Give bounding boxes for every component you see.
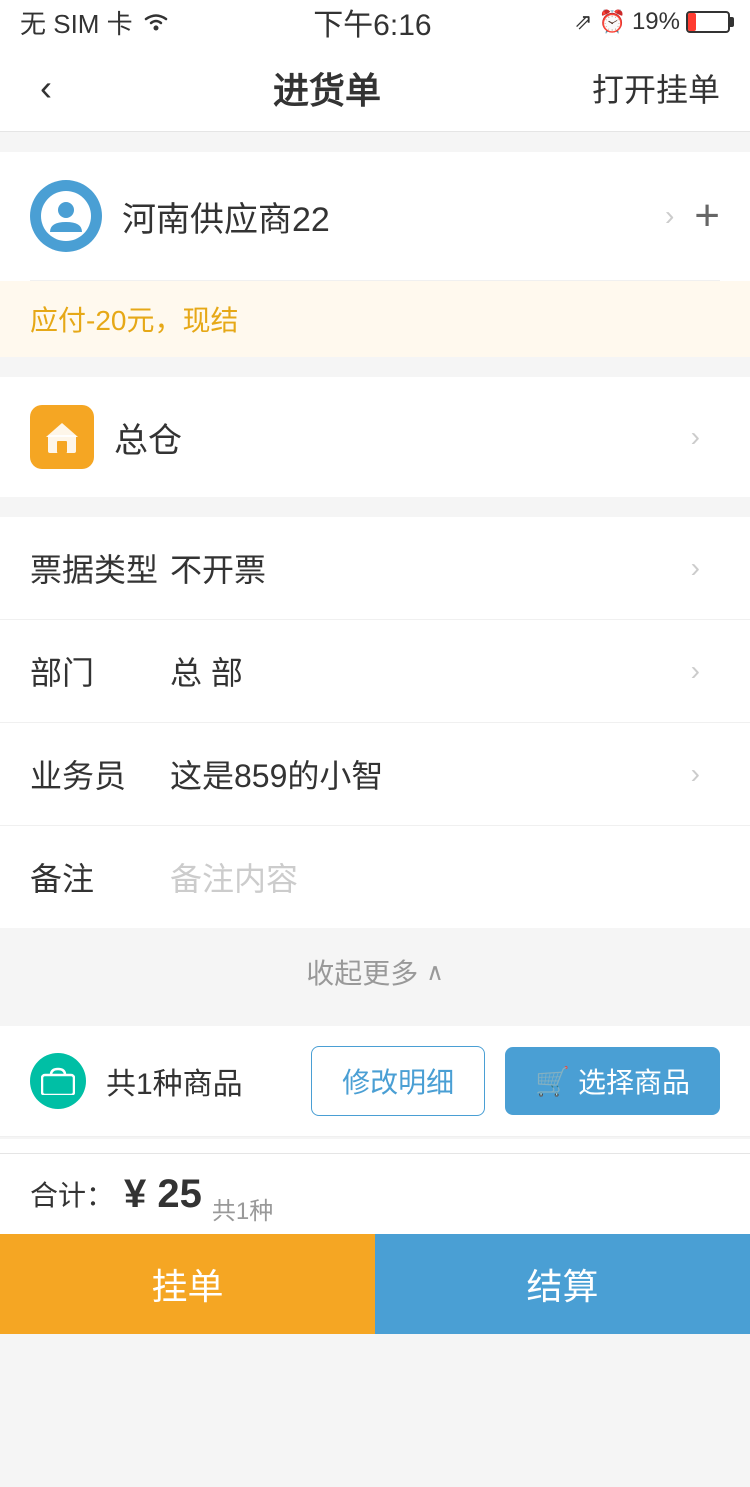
item-count: 共1种 (212, 1191, 273, 1226)
collapse-row[interactable]: 收起更多 ∧ (0, 928, 750, 1016)
battery-percent: 19% (632, 8, 680, 36)
section-divider-1 (0, 132, 750, 152)
product-count-icon (30, 1053, 86, 1109)
warehouse-chevron-icon: › (691, 421, 700, 453)
warehouse-section: 总仓 › (0, 377, 750, 497)
wifi-icon (141, 7, 171, 38)
warehouse-name: 总仓 (114, 413, 691, 462)
remark-label: 备注 (30, 854, 170, 900)
warehouse-icon (30, 405, 94, 469)
salesperson-label: 业务员 (30, 751, 170, 797)
product-header: 共1种商品 修改明细 🛒 选择商品 (0, 1026, 750, 1136)
select-product-icon: 🛒 (535, 1065, 570, 1098)
remark-row[interactable]: 备注 备注内容 (0, 826, 750, 928)
collapse-icon: ∧ (426, 958, 444, 987)
chevron-right-icon: › (665, 200, 674, 232)
department-value: 总 部 (170, 648, 691, 694)
department-row[interactable]: 部门 总 部 › (0, 620, 750, 723)
back-button[interactable]: ‹ (30, 57, 62, 119)
form-section: 票据类型 不开票 › 部门 总 部 › 业务员 这是859的小智 › 备注 备注… (0, 517, 750, 928)
status-bar: 无 SIM 卡 下午6:16 ⇗ ⏰ 19% (0, 0, 750, 44)
invoice-type-chevron: › (691, 552, 700, 584)
small-divider (0, 1016, 750, 1026)
nav-bar: ‹ 进货单 打开挂单 (0, 44, 750, 132)
salesperson-value: 这是859的小智 (170, 751, 691, 797)
open-pending-button[interactable]: 打开挂单 (592, 65, 720, 111)
avatar-icon (41, 191, 91, 241)
warehouse-row[interactable]: 总仓 › (0, 377, 750, 497)
product-header-divider (0, 1136, 750, 1137)
status-left: 无 SIM 卡 (20, 4, 171, 41)
page-title: 进货单 (273, 62, 381, 114)
warning-banner: 应付-20元，现结 (0, 281, 750, 357)
invoice-type-label: 票据类型 (30, 545, 170, 591)
supplier-avatar (30, 180, 102, 252)
collapse-text: 收起更多 (306, 952, 418, 992)
select-product-button[interactable]: 🛒 选择商品 (505, 1047, 720, 1115)
salesperson-row[interactable]: 业务员 这是859的小智 › (0, 723, 750, 826)
remark-input[interactable]: 备注内容 (170, 854, 720, 900)
supplier-name: 河南供应商22 (122, 192, 665, 241)
department-chevron: › (691, 655, 700, 687)
product-count-text: 共1种商品 (106, 1059, 291, 1103)
department-label: 部门 (30, 648, 170, 694)
battery-icon (686, 11, 730, 33)
gps-icon: ⇗ (574, 9, 592, 35)
invoice-type-row[interactable]: 票据类型 不开票 › (0, 517, 750, 620)
warning-text: 应付-20元，现结 (30, 305, 238, 336)
section-divider-2 (0, 357, 750, 377)
settle-button[interactable]: 结算 (375, 1234, 750, 1334)
total-amount: ¥ 25 (124, 1172, 202, 1217)
salesperson-chevron: › (691, 758, 700, 790)
status-time: 下午6:16 (313, 0, 431, 44)
invoice-type-value: 不开票 (170, 545, 691, 591)
edit-detail-button[interactable]: 修改明细 (311, 1046, 485, 1116)
alarm-icon: ⏰ (599, 9, 626, 35)
hang-order-button[interactable]: 挂单 (0, 1234, 375, 1334)
supplier-row[interactable]: 河南供应商22 › + (0, 152, 750, 280)
bottom-actions: 挂单 结算 (0, 1234, 750, 1334)
bottom-bar: 合计： ¥ 25 共1种 挂单 结算 (0, 1153, 750, 1334)
supplier-section: 河南供应商22 › + 应付-20元，现结 (0, 152, 750, 357)
status-right: ⇗ ⏰ 19% (574, 8, 730, 36)
summary-row: 合计： ¥ 25 共1种 (0, 1154, 750, 1234)
bottom-spacer (0, 1307, 750, 1487)
select-product-label: 选择商品 (578, 1061, 690, 1101)
section-divider-3 (0, 497, 750, 517)
total-label: 合计： (30, 1174, 114, 1214)
carrier-text: 无 SIM 卡 (20, 4, 133, 41)
add-supplier-button[interactable]: + (694, 194, 720, 238)
